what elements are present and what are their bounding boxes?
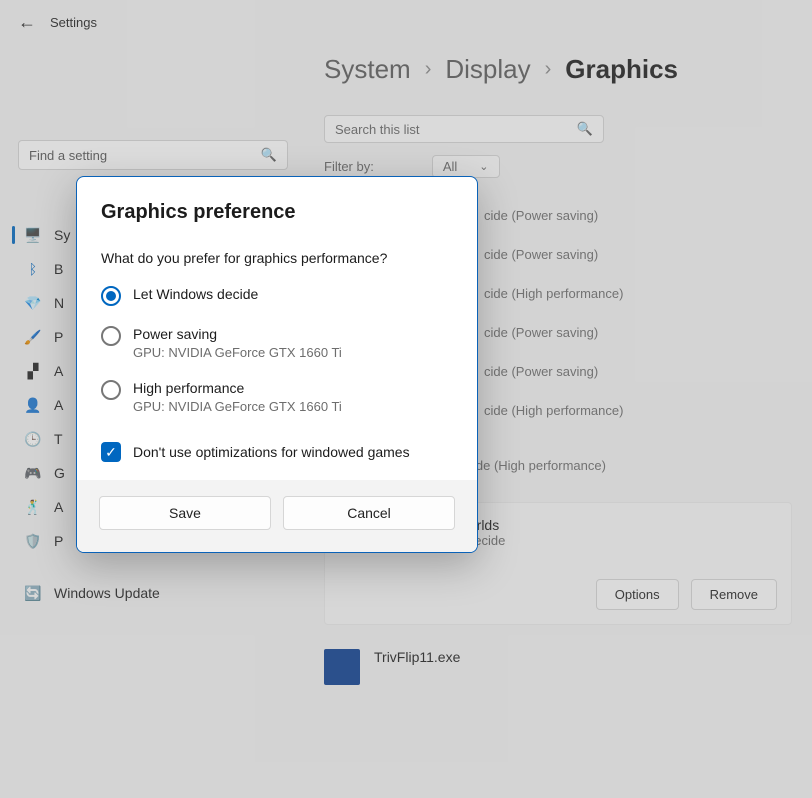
person-icon: 👤 [24, 396, 42, 414]
filter-value: All [443, 159, 457, 174]
chevron-down-icon: ⌄ [479, 160, 488, 173]
nav-label: B [54, 261, 63, 277]
back-arrow-icon[interactable]: ← [18, 12, 36, 33]
chevron-right-icon: › [545, 58, 552, 81]
nav-item-windows-update[interactable]: 🔄 Windows Update [18, 576, 288, 610]
find-setting-input[interactable]: Find a setting 🔍 [18, 140, 288, 170]
nav-label: P [54, 329, 63, 345]
nav-label: T [54, 431, 63, 447]
display-icon: 🖥️ [24, 226, 42, 244]
breadcrumb: System › Display › Graphics [324, 54, 792, 85]
filter-label: Filter by: [324, 159, 374, 174]
dialog-subtitle: What do you prefer for graphics performa… [101, 250, 453, 266]
filter-dropdown[interactable]: All ⌄ [432, 155, 500, 178]
cancel-button[interactable]: Cancel [283, 496, 455, 530]
checkbox-windowed-optimizations[interactable]: ✓ Don't use optimizations for windowed g… [101, 442, 453, 462]
brush-icon: 🖌️ [24, 328, 42, 346]
app-sub: cide (Power saving) [484, 247, 598, 262]
save-button[interactable]: Save [99, 496, 271, 530]
apps-icon: ▞ [24, 362, 42, 380]
radio-icon [101, 326, 121, 346]
radio-sublabel: GPU: NVIDIA GeForce GTX 1660 Ti [133, 345, 342, 360]
nav-label: G [54, 465, 65, 481]
app-sub: cide (High performance) [484, 403, 623, 418]
graphics-preference-dialog: Graphics preference What do you prefer f… [76, 176, 478, 553]
app-icon [324, 649, 360, 685]
gamepad-icon: 🎮 [24, 464, 42, 482]
nav-label: P [54, 533, 63, 549]
breadcrumb-display[interactable]: Display [445, 54, 530, 85]
app-sub: cide (Power saving) [484, 208, 598, 223]
accessibility-icon: 🕺 [24, 498, 42, 516]
radio-power-saving[interactable]: Power saving GPU: NVIDIA GeForce GTX 166… [101, 326, 453, 360]
search-list-input[interactable]: Search this list 🔍 [324, 115, 604, 143]
app-sub: cide (High performance) [484, 286, 623, 301]
find-setting-placeholder: Find a setting [29, 148, 107, 163]
app-sub: cide (Power saving) [484, 364, 598, 379]
diamond-icon: 💎 [24, 294, 42, 312]
remove-button[interactable]: Remove [691, 579, 777, 610]
app-name: TrivFlip11.exe [374, 649, 460, 665]
search-list-placeholder: Search this list [335, 122, 420, 137]
chevron-right-icon: › [425, 58, 432, 81]
search-icon: 🔍 [261, 147, 277, 163]
app-sub: cide (Power saving) [484, 325, 598, 340]
nav-label: Windows Update [54, 585, 160, 601]
app-row-trivflip[interactable]: TrivFlip11.exe [324, 649, 792, 685]
app-title: Settings [50, 15, 97, 30]
radio-icon [101, 286, 121, 306]
radio-sublabel: GPU: NVIDIA GeForce GTX 1660 Ti [133, 399, 342, 414]
nav-label: N [54, 295, 64, 311]
radio-label: Let Windows decide [133, 286, 258, 302]
clock-icon: 🕒 [24, 430, 42, 448]
radio-high-performance[interactable]: High performance GPU: NVIDIA GeForce GTX… [101, 380, 453, 414]
shield-icon: 🛡️ [24, 532, 42, 550]
breadcrumb-graphics: Graphics [565, 54, 678, 85]
options-button[interactable]: Options [596, 579, 679, 610]
dialog-title: Graphics preference [101, 201, 453, 224]
nav-label: A [54, 499, 63, 515]
radio-label: Power saving [133, 326, 342, 342]
radio-let-windows-decide[interactable]: Let Windows decide [101, 286, 453, 306]
nav-label: A [54, 363, 63, 379]
checkbox-icon: ✓ [101, 442, 121, 462]
search-icon: 🔍 [577, 121, 593, 137]
radio-icon [101, 380, 121, 400]
bluetooth-icon: ᛒ [24, 260, 42, 278]
update-icon: 🔄 [24, 584, 42, 602]
checkbox-label: Don't use optimizations for windowed gam… [133, 444, 410, 460]
nav-label: A [54, 397, 63, 413]
breadcrumb-system[interactable]: System [324, 54, 411, 85]
radio-label: High performance [133, 380, 342, 396]
nav-label: Sy [54, 227, 70, 243]
